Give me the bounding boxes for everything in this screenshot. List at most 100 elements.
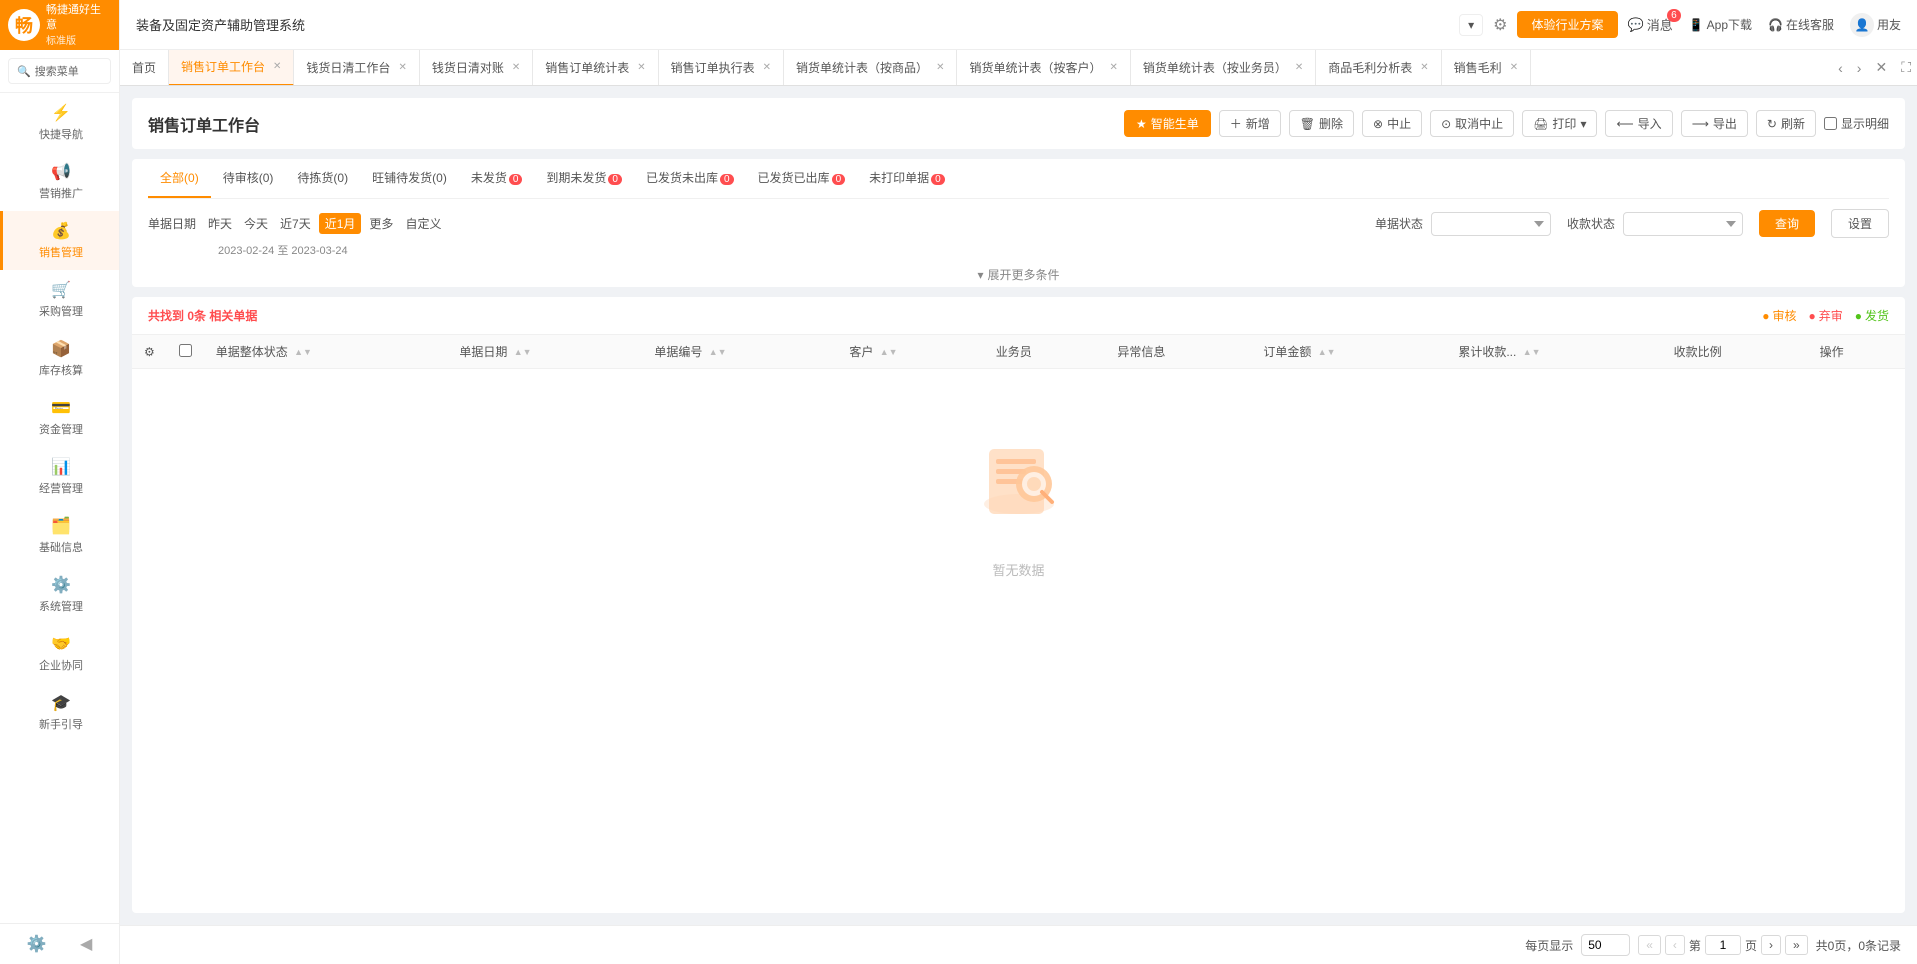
stop-icon: ⊗ [1373, 117, 1383, 131]
sidebar-item-finance[interactable]: 💳 资金管理 [0, 388, 119, 447]
online-service-link[interactable]: 🎧 在线客服 [1768, 16, 1834, 33]
1month-btn[interactable]: 近1月 [319, 213, 362, 234]
filter-tab-shipped-out[interactable]: 已发货已出库0 [746, 159, 858, 198]
page-prev-button[interactable]: ‹ [1665, 935, 1685, 955]
revoke-action[interactable]: ● 弃审 [1808, 307, 1842, 324]
sort-customer-icon[interactable]: ▲▼ [880, 348, 898, 357]
7days-btn[interactable]: 近7天 [276, 213, 315, 234]
tab-sales-product[interactable]: 销货单统计表（按商品） ✕ [784, 50, 957, 86]
setting-button[interactable]: 设置 [1831, 209, 1889, 238]
expand-conditions-button[interactable]: ▾ 展开更多条件 [977, 266, 1059, 283]
audit-action[interactable]: ● 审核 [1762, 307, 1796, 324]
tab-sales-workbench[interactable]: 销售订单工作台 ✕ [169, 50, 294, 86]
tab-close-sales-more[interactable]: ✕ [1510, 62, 1518, 73]
filter-tab-all[interactable]: 全部(0) [148, 159, 211, 198]
sidebar-item-marketing[interactable]: 📢 营销推广 [0, 152, 119, 211]
inventory-icon: 📦 [51, 339, 71, 359]
tab-close-cash-reconcile[interactable]: ✕ [512, 62, 520, 73]
query-button[interactable]: 查询 [1759, 210, 1815, 237]
export-button[interactable]: ⟶ 导出 [1681, 110, 1748, 137]
status-select[interactable] [1431, 212, 1551, 236]
tab-sales-customer[interactable]: 销货单统计表（按客户） ✕ [957, 50, 1130, 86]
system-dropdown-button[interactable]: ▾ [1459, 14, 1483, 36]
tab-close-all-button[interactable]: ✕ [1869, 59, 1893, 76]
page-last-button[interactable]: » [1785, 935, 1808, 955]
tab-close-sales-customer[interactable]: ✕ [1109, 62, 1117, 73]
col-settings[interactable]: ⚙ [132, 335, 167, 369]
print-button[interactable]: 🖨 打印 ▾ [1522, 110, 1597, 137]
tab-prev-button[interactable]: ‹ [1832, 60, 1849, 76]
sort-status-icon[interactable]: ▲▼ [294, 348, 312, 357]
tab-sales-stat[interactable]: 销售订单统计表 ✕ [533, 50, 658, 86]
delete-button[interactable]: 🗑 删除 [1289, 110, 1354, 137]
filter-tab-shipped-not-out[interactable]: 已发货未出库0 [634, 159, 746, 198]
filter-tab-expired-not-shipped[interactable]: 到期未发货0 [534, 159, 634, 198]
filter-tab-wangpu[interactable]: 旺铺待发货(0) [360, 159, 459, 198]
import-button[interactable]: ⟵ 导入 [1605, 110, 1672, 137]
topbar-gear-button[interactable]: ⚙ [1493, 15, 1507, 35]
tab-close-sales-product[interactable]: ✕ [936, 62, 944, 73]
refresh-button[interactable]: ↻ 刷新 [1756, 110, 1816, 137]
message-button[interactable]: 💬 消息 6 [1628, 15, 1673, 34]
page-input[interactable]: 1 [1705, 935, 1741, 955]
stop-button[interactable]: ⊗ 中止 [1362, 110, 1422, 137]
col-checkbox[interactable] [167, 335, 204, 369]
custom-btn[interactable]: 自定义 [401, 213, 445, 234]
sidebar-item-operations[interactable]: 📊 经营管理 [0, 447, 119, 506]
sidebar-item-sales[interactable]: 💰 销售管理 [0, 211, 119, 270]
sidebar-item-enterprise[interactable]: 🤝 企业协同 [0, 624, 119, 683]
add-button[interactable]: ＋ 新增 [1219, 110, 1281, 137]
tab-sales-exec[interactable]: 销售订单执行表 ✕ [659, 50, 784, 86]
settings-gear-button[interactable]: ⚙️ [27, 934, 47, 954]
tab-close-gross-margin[interactable]: ✕ [1420, 62, 1428, 73]
col-staff: 业务员 [984, 335, 1106, 369]
page-first-button[interactable]: « [1638, 935, 1661, 955]
sidebar-item-guide[interactable]: 🎓 新手引导 [0, 683, 119, 742]
cancel-stop-button[interactable]: ⊙ 取消中止 [1430, 110, 1514, 137]
tab-close-cash-daily[interactable]: ✕ [398, 62, 406, 73]
more-btn[interactable]: 更多 [365, 213, 397, 234]
filter-tab-pending-inspect[interactable]: 待拣货(0) [285, 159, 360, 198]
filter-tab-pending-review[interactable]: 待审核(0) [211, 159, 286, 198]
empty-state: 暂无数据 [132, 369, 1905, 639]
sort-number-icon[interactable]: ▲▼ [709, 348, 727, 357]
tab-sales-staff[interactable]: 销货单统计表（按业务员） ✕ [1131, 50, 1316, 86]
tab-home[interactable]: 首页 [120, 50, 169, 86]
sidebar-item-inventory[interactable]: 📦 库存核算 [0, 329, 119, 388]
today-btn[interactable]: 今天 [240, 213, 272, 234]
solution-button[interactable]: 体验行业方案 [1517, 11, 1617, 38]
yesterday-btn[interactable]: 昨天 [204, 213, 236, 234]
sort-collected-icon[interactable]: ▲▼ [1523, 348, 1541, 357]
collapse-sidebar-button[interactable]: ◀ [80, 934, 92, 954]
tab-close-sales-staff[interactable]: ✕ [1295, 62, 1303, 73]
sidebar-item-system[interactable]: ⚙️ 系统管理 [0, 565, 119, 624]
sidebar-item-quick[interactable]: ⚡ 快捷导航 [0, 93, 119, 152]
smart-create-button[interactable]: ★ 智能生单 [1124, 110, 1211, 137]
tab-fullscreen-button[interactable]: ⛶ [1895, 59, 1917, 76]
tab-sales-more[interactable]: 销售毛利 ✕ [1442, 50, 1531, 86]
search-menu-button[interactable]: 🔍 搜索菜单 [8, 58, 111, 84]
deliver-action[interactable]: ● 发货 [1855, 307, 1889, 324]
tab-next-button[interactable]: › [1851, 60, 1868, 76]
sort-date-icon[interactable]: ▲▼ [514, 348, 532, 357]
app-download-link[interactable]: 📱 App下载 [1689, 16, 1752, 33]
sidebar-item-basic[interactable]: 🗂️ 基础信息 [0, 506, 119, 565]
tab-cash-reconcile[interactable]: 钱货日清对账 ✕ [420, 50, 533, 86]
tab-close-sales-exec[interactable]: ✕ [763, 62, 771, 73]
page-next-button[interactable]: › [1761, 935, 1781, 955]
page-size-select[interactable]: 10 20 50 100 [1581, 934, 1630, 956]
sort-amount-icon[interactable]: ▲▼ [1318, 348, 1336, 357]
select-all-checkbox[interactable] [179, 344, 192, 357]
marketing-icon: 📢 [51, 162, 71, 182]
show-detail-checkbox[interactable] [1824, 117, 1837, 130]
tab-close-sales-workbench[interactable]: ✕ [273, 61, 281, 72]
sidebar-item-purchase[interactable]: 🛒 采购管理 [0, 270, 119, 329]
filter-tab-not-printed[interactable]: 未打印单据0 [857, 159, 957, 198]
user-menu[interactable]: 👤 用友 [1850, 13, 1901, 37]
tab-cash-daily[interactable]: 钱货日清工作台 ✕ [294, 50, 419, 86]
tab-close-sales-stat[interactable]: ✕ [637, 62, 645, 73]
show-detail-checkbox-label[interactable]: 显示明细 [1824, 115, 1889, 132]
payment-select[interactable] [1623, 212, 1743, 236]
filter-tab-not-shipped[interactable]: 未发货0 [459, 159, 535, 198]
tab-gross-margin[interactable]: 商品毛利分析表 ✕ [1316, 50, 1441, 86]
